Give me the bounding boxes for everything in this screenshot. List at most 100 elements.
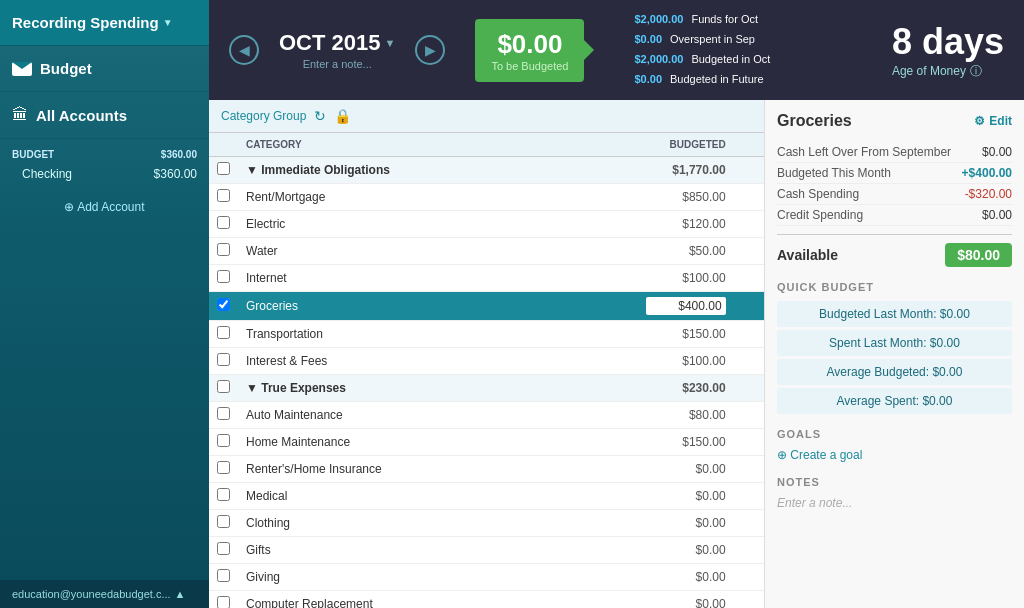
add-account-button[interactable]: ⊕ Add Account <box>0 190 209 224</box>
all-accounts-nav-item[interactable]: 🏛 All Accounts <box>12 102 197 128</box>
category-name: Transportation <box>238 321 548 348</box>
gear-icon: ⚙ <box>974 114 985 128</box>
detail-value: $0.00 <box>982 145 1012 159</box>
row-checkbox[interactable] <box>217 461 230 474</box>
budgeted-cell[interactable]: $0.00 <box>548 564 734 591</box>
footer-arrow: ▲ <box>175 588 186 600</box>
prev-month-button[interactable]: ◀ <box>229 35 259 65</box>
to-budget-amount: $0.00 <box>497 29 562 60</box>
quick-budget-title: QUICK BUDGET <box>777 281 1012 293</box>
category-name: Renter's/Home Insurance <box>238 456 548 483</box>
budgeted-cell[interactable]: $0.00 <box>548 537 734 564</box>
notes-input[interactable]: Enter a note... <box>777 496 1012 510</box>
month-year: OCT 2015 ▼ <box>279 30 395 56</box>
row-checkbox[interactable] <box>217 515 230 528</box>
row-checkbox[interactable] <box>217 569 230 582</box>
detail-label: Cash Spending <box>777 187 859 201</box>
row-checkbox[interactable] <box>217 326 230 339</box>
budgeted-cell[interactable]: $850.00 <box>548 184 734 211</box>
budgeted-cell[interactable]: $150.00 <box>548 321 734 348</box>
budgeted-cell: $230.00 <box>548 375 734 402</box>
row-checkbox[interactable] <box>217 380 230 393</box>
to-budget-label: To be Budgeted <box>491 60 568 72</box>
budget-label: Budget <box>40 60 92 77</box>
category-group-button[interactable]: Category Group <box>221 109 306 123</box>
next-month-button[interactable]: ▶ <box>415 35 445 65</box>
detail-row: Cash Spending -$320.00 <box>777 184 1012 205</box>
month-dropdown-arrow[interactable]: ▼ <box>385 37 396 49</box>
row-checkbox[interactable] <box>217 162 230 175</box>
budgeted-cell[interactable]: $0.00 <box>548 483 734 510</box>
category-name: Water <box>238 238 548 265</box>
edit-button[interactable]: ⚙ Edit <box>974 114 1012 128</box>
row-checkbox[interactable] <box>217 353 230 366</box>
row-checkbox[interactable] <box>217 407 230 420</box>
row-checkbox[interactable] <box>217 270 230 283</box>
category-group-label: Category Group <box>221 109 306 123</box>
budgeted-input[interactable] <box>646 297 726 315</box>
row-checkbox[interactable] <box>217 243 230 256</box>
quick-budget-item[interactable]: Spent Last Month: $0.00 <box>777 330 1012 356</box>
category-name: ▼ True Expenses <box>238 375 548 402</box>
app-title-header[interactable]: Recording Spending ▼ <box>0 0 209 46</box>
detail-value: -$320.00 <box>965 187 1012 201</box>
budget-section: Budget <box>0 46 209 92</box>
accounts-list: BUDGET $360.00 Checking $360.00 <box>0 139 209 190</box>
summary-row-1: $2,000.00 Funds for Oct <box>634 10 770 30</box>
budget-nav-item[interactable]: Budget <box>12 56 197 81</box>
row-checkbox[interactable] <box>217 189 230 202</box>
account-checking[interactable]: Checking $360.00 <box>12 164 197 184</box>
budgeted-cell[interactable]: $50.00 <box>548 238 734 265</box>
summary-funds-amount: $2,000.00 <box>634 10 683 30</box>
budgeted-cell[interactable]: $100.00 <box>548 348 734 375</box>
category-name: Internet <box>238 265 548 292</box>
category-name: Clothing <box>238 510 548 537</box>
quick-budget-item[interactable]: Average Budgeted: $0.00 <box>777 359 1012 385</box>
account-checking-name: Checking <box>22 167 72 181</box>
age-info-icon[interactable]: ⓘ <box>970 63 982 80</box>
main-area: ◀ OCT 2015 ▼ Enter a note... ▶ $0.00 To … <box>209 0 1024 608</box>
budgeted-cell[interactable]: $0.00 <box>548 456 734 483</box>
row-checkbox[interactable] <box>217 434 230 447</box>
summary-funds-label: Funds for Oct <box>691 10 758 30</box>
quick-budget-item[interactable]: Average Spent: $0.00 <box>777 388 1012 414</box>
budgeted-cell[interactable]: $100.00 <box>548 265 734 292</box>
category-name: Home Maintenance <box>238 429 548 456</box>
row-checkbox[interactable] <box>217 488 230 501</box>
budget-summary: $2,000.00 Funds for Oct $0.00 Overspent … <box>634 10 770 89</box>
budgeted-cell[interactable]: $0.00 <box>548 591 734 609</box>
envelope-icon <box>12 62 32 76</box>
detail-label: Cash Left Over From September <box>777 145 951 159</box>
refresh-icon[interactable]: ↻ <box>314 108 326 124</box>
content-area: Category Group ↻ 🔒 CATEGORY BUDGETED ACT… <box>209 100 1024 608</box>
category-name: ▼ Immediate Obligations <box>238 157 548 184</box>
budgeted-cell[interactable]: $120.00 <box>548 211 734 238</box>
right-panel: Groceries ⚙ Edit Cash Left Over From Sep… <box>764 100 1024 608</box>
category-name: Auto Maintenance <box>238 402 548 429</box>
app-title: Recording Spending <box>12 14 159 31</box>
category-name: Gifts <box>238 537 548 564</box>
budgeted-cell[interactable] <box>548 292 734 321</box>
row-checkbox[interactable] <box>217 298 230 311</box>
month-note[interactable]: Enter a note... <box>279 58 395 70</box>
right-panel-category-name: Groceries <box>777 112 852 130</box>
summary-budgeted-amount: $2,000.00 <box>634 50 683 70</box>
app-title-arrow: ▼ <box>163 17 173 28</box>
right-panel-title: Groceries ⚙ Edit <box>777 112 1012 130</box>
account-checking-amount: $360.00 <box>154 167 197 181</box>
row-checkbox[interactable] <box>217 216 230 229</box>
quick-budget-item[interactable]: Budgeted Last Month: $0.00 <box>777 301 1012 327</box>
row-checkbox[interactable] <box>217 542 230 555</box>
age-of-money-label: Age of Money ⓘ <box>892 63 1004 80</box>
detail-row: Credit Spending$0.00 <box>777 205 1012 226</box>
detail-row: Budgeted This Month+$400.00 <box>777 163 1012 184</box>
category-name: Medical <box>238 483 548 510</box>
budgeted-cell[interactable]: $150.00 <box>548 429 734 456</box>
account-group-budget: BUDGET $360.00 <box>12 145 197 164</box>
header-category: CATEGORY <box>238 133 548 157</box>
budgeted-cell[interactable]: $0.00 <box>548 510 734 537</box>
row-checkbox[interactable] <box>217 596 230 608</box>
category-name: Interest & Fees <box>238 348 548 375</box>
budgeted-cell[interactable]: $80.00 <box>548 402 734 429</box>
create-goal-button[interactable]: ⊕ Create a goal <box>777 448 1012 462</box>
